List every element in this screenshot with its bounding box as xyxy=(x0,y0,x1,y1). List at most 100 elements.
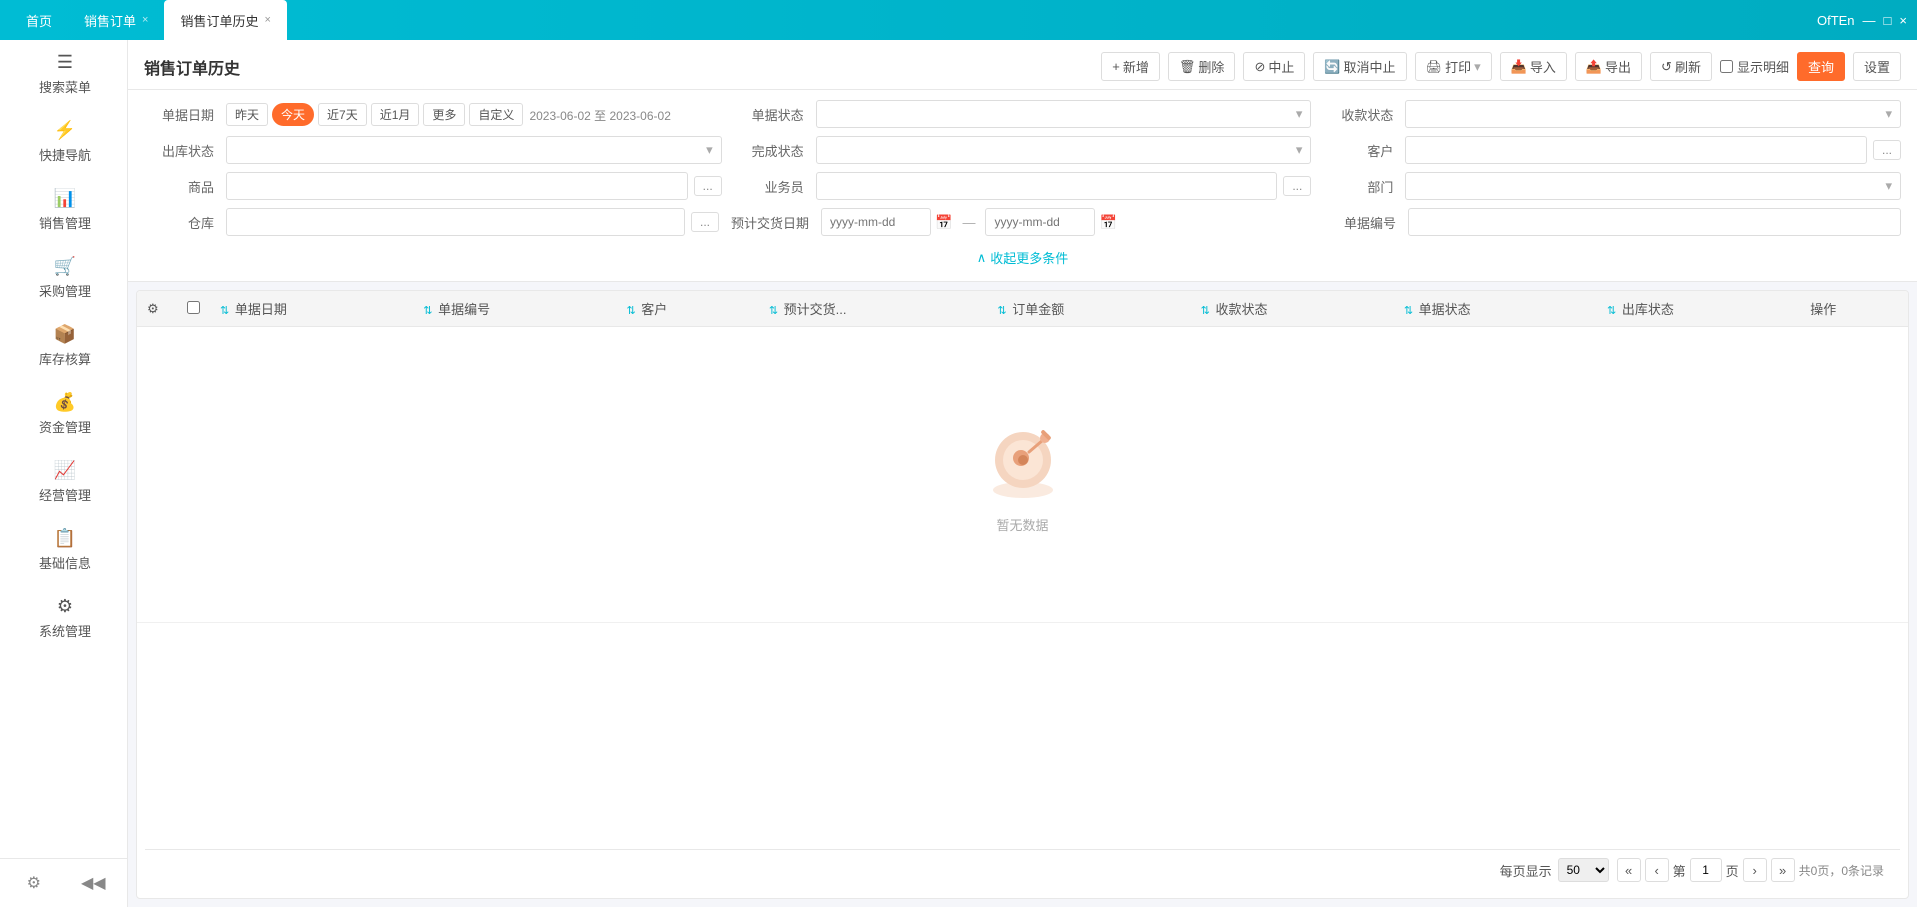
payment-status-field xyxy=(1405,100,1901,128)
empty-cell: 暂无数据 xyxy=(137,327,1908,623)
maximize-btn[interactable]: □ xyxy=(1884,13,1892,28)
tab-sales-order-history-close[interactable]: × xyxy=(264,14,270,26)
tab-sales-order-close[interactable]: × xyxy=(142,14,148,26)
tab-home[interactable]: 首页 xyxy=(10,0,68,40)
delivery-date-start[interactable] xyxy=(821,208,931,236)
doc-number-field xyxy=(1408,208,1901,236)
salesperson-input[interactable] xyxy=(816,172,1278,200)
sidebar-item-inventory-mgmt[interactable]: 📦 库存核算 xyxy=(0,312,127,380)
top-bar-right: OfTEn — □ × xyxy=(1817,13,1907,28)
sidebar-item-purchase-mgmt[interactable]: 🛒 采购管理 xyxy=(0,244,127,312)
sort-date-icon[interactable]: ⇅ xyxy=(220,305,229,317)
date-range-text: 2023-06-02 至 2023-06-02 xyxy=(529,107,670,124)
customer-ellipsis-btn[interactable]: ... xyxy=(1873,140,1901,160)
cancel-stop-button[interactable]: 🔄 取消中止 xyxy=(1313,52,1406,81)
dept-select[interactable] xyxy=(1405,172,1901,200)
calendar-start-icon[interactable]: 📅 xyxy=(935,214,952,231)
date-btn-more[interactable]: 更多 xyxy=(423,103,465,126)
date-btn-1month[interactable]: 近1月 xyxy=(371,103,420,126)
table-settings-icon[interactable]: ⚙ xyxy=(147,301,159,316)
date-btn-today[interactable]: 今天 xyxy=(272,103,314,126)
sidebar-item-quick-nav-label: 快捷导航 xyxy=(39,145,91,164)
doc-status-select[interactable] xyxy=(816,100,1312,128)
date-btn-yesterday[interactable]: 昨天 xyxy=(226,103,268,126)
print-dropdown-icon xyxy=(1474,59,1481,75)
doc-status-field xyxy=(816,100,1312,128)
warehouse-label: 仓库 xyxy=(144,213,214,232)
complete-status-select[interactable] xyxy=(816,136,1312,164)
product-ellipsis-btn[interactable]: ... xyxy=(694,176,722,196)
import-button[interactable]: 📥 导入 xyxy=(1500,52,1567,81)
export-button[interactable]: 📤 导出 xyxy=(1575,52,1642,81)
customer-input[interactable] xyxy=(1405,136,1867,164)
date-btn-custom[interactable]: 自定义 xyxy=(469,103,523,126)
col-date: ⇅ 单据日期 xyxy=(210,291,413,327)
next-page-icon: › xyxy=(1752,863,1756,878)
import-icon: 📥 xyxy=(1511,59,1527,75)
toolbar: + 新增 🗑 删除 ⊘ 中止 🔄 取消中止 🖨 打印 xyxy=(1101,52,1901,81)
out-status-select[interactable] xyxy=(226,136,722,164)
sidebar-item-quick-nav[interactable]: ⚡ 快捷导航 xyxy=(0,108,127,176)
sort-delivery-icon[interactable]: ⇅ xyxy=(769,305,778,317)
payment-status-select[interactable] xyxy=(1405,100,1901,128)
calendar-end-icon[interactable]: 📅 xyxy=(1099,214,1116,231)
display-detail-checkbox[interactable] xyxy=(1720,60,1733,73)
col-out-status-label: 出库状态 xyxy=(1622,302,1674,317)
salesperson-ellipsis-btn[interactable]: ... xyxy=(1283,176,1311,196)
sort-customer-icon[interactable]: ⇅ xyxy=(626,305,635,317)
sidebar-item-search-menu[interactable]: ☰ 搜索菜单 xyxy=(0,40,127,108)
display-detail-label: 显示明细 xyxy=(1737,57,1789,76)
per-page-select[interactable]: 10 20 50 100 xyxy=(1558,858,1609,882)
product-label: 商品 xyxy=(144,177,214,196)
collapse-button[interactable]: ∧ 收起更多条件 xyxy=(144,244,1901,271)
sort-amount-icon[interactable]: ⇅ xyxy=(997,305,1006,317)
warehouse-ellipsis-btn[interactable]: ... xyxy=(691,212,719,232)
tab-sales-order-history[interactable]: 销售订单历史 × xyxy=(164,0,286,40)
refresh-button[interactable]: ↺ 刷新 xyxy=(1650,52,1712,81)
col-doc-status-label: 单据状态 xyxy=(1419,302,1471,317)
sidebar-item-sales-mgmt[interactable]: 📊 销售管理 xyxy=(0,176,127,244)
doc-number-input[interactable] xyxy=(1408,208,1901,236)
delivery-date-field: 📅 — 📅 xyxy=(821,208,1314,236)
minimize-btn[interactable]: — xyxy=(1863,13,1876,28)
sidebar-settings-btn[interactable]: ⚙ xyxy=(8,867,60,899)
sidebar-item-inventory-mgmt-label: 库存核算 xyxy=(39,349,91,368)
print-label: 打印 xyxy=(1445,57,1471,76)
delete-button[interactable]: 🗑 删除 xyxy=(1168,52,1236,81)
col-out-status: ⇅ 出库状态 xyxy=(1597,291,1800,327)
close-btn[interactable]: × xyxy=(1899,13,1907,28)
filter-row-2: 出库状态 完成状态 客户 ... xyxy=(144,136,1901,164)
query-button[interactable]: 查询 xyxy=(1797,52,1845,81)
sidebar-item-operation-mgmt[interactable]: 📈 经营管理 xyxy=(0,448,127,516)
date-label: 单据日期 xyxy=(144,105,214,124)
sidebar-item-basic-info[interactable]: 📋 基础信息 xyxy=(0,516,127,584)
page-input[interactable] xyxy=(1690,858,1722,882)
product-input[interactable] xyxy=(226,172,688,200)
warehouse-input[interactable] xyxy=(226,208,685,236)
sidebar-item-system-mgmt[interactable]: ⚙ 系统管理 xyxy=(0,584,127,652)
delivery-date-end[interactable] xyxy=(985,208,1095,236)
print-button[interactable]: 🖨 打印 xyxy=(1415,52,1492,81)
date-btn-7days[interactable]: 近7天 xyxy=(318,103,367,126)
sort-out-status-icon[interactable]: ⇅ xyxy=(1607,305,1616,317)
last-page-btn[interactable]: » xyxy=(1771,858,1795,882)
page-label: 页 xyxy=(1726,861,1739,880)
next-page-btn[interactable]: › xyxy=(1743,858,1767,882)
tab-sales-order[interactable]: 销售订单 × xyxy=(68,0,164,40)
prev-page-btn[interactable]: ‹ xyxy=(1645,858,1669,882)
sort-payment-icon[interactable]: ⇅ xyxy=(1201,305,1210,317)
export-icon: 📤 xyxy=(1586,59,1602,75)
sidebar-collapse-btn[interactable]: ◀◀ xyxy=(68,867,120,899)
select-all-checkbox[interactable] xyxy=(187,301,200,314)
settings-button[interactable]: 设置 xyxy=(1853,52,1901,81)
sidebar-item-fund-mgmt[interactable]: 💰 资金管理 xyxy=(0,380,127,448)
first-page-btn[interactable]: « xyxy=(1617,858,1641,882)
add-button[interactable]: + 新增 xyxy=(1101,52,1160,81)
sort-doc-status-icon[interactable]: ⇅ xyxy=(1404,305,1413,317)
date-separator: — xyxy=(958,215,979,230)
col-amount: ⇅ 订单金额 xyxy=(987,291,1190,327)
stop-button[interactable]: ⊘ 中止 xyxy=(1243,52,1305,81)
page-header: 销售订单历史 + 新增 🗑 删除 ⊘ 中止 🔄 取消中止 xyxy=(128,40,1917,90)
col-payment-status-label: 收款状态 xyxy=(1215,302,1267,317)
sort-number-icon[interactable]: ⇅ xyxy=(423,305,432,317)
